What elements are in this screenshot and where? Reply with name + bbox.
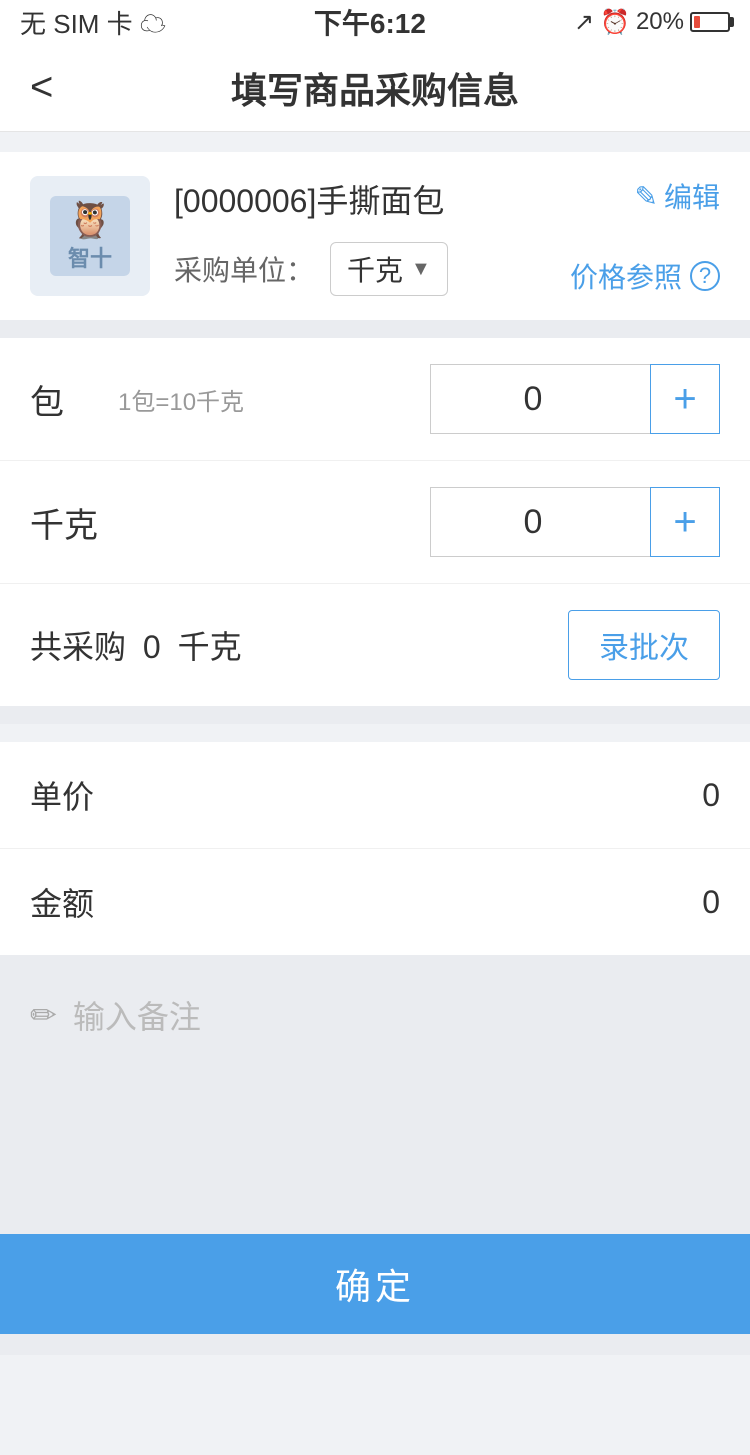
total-summary: 共采购 0 千克 <box>30 622 242 668</box>
price-ref-info-icon: ? <box>690 261 720 291</box>
qty-label-kg: 千克 <box>30 498 110 547</box>
pencil-icon: ✏ <box>30 996 57 1034</box>
total-unit: 千克 <box>178 629 242 665</box>
dropdown-arrow-icon: ▼ <box>411 258 431 281</box>
nav-bar: < 填写商品采购信息 <box>0 44 750 132</box>
alarm-icon: ⏰ <box>600 8 630 37</box>
price-row-unit: 单价 0 <box>0 742 750 849</box>
price-label-amount: 金额 <box>30 879 94 925</box>
total-value: 0 <box>143 629 161 665</box>
status-left: 无 SIM 卡 ☁ <box>20 4 166 41</box>
edit-button[interactable]: ✎ 编辑 <box>635 176 720 216</box>
qty-label-bao: 包 <box>30 375 110 424</box>
quantity-section: 包 1包=10千克 + 千克 + <box>0 338 750 584</box>
price-label-unit: 单价 <box>30 772 94 818</box>
owl-text: 智十 <box>68 241 112 273</box>
unit-label: 采购单位： <box>174 249 314 289</box>
price-section: 单价 0 金额 0 <box>0 742 750 955</box>
owl-icon: 🦉 <box>68 199 113 241</box>
price-value-amount: 0 <box>702 884 720 921</box>
product-logo: 🦉 智十 <box>50 196 130 276</box>
qty-input-group-bao: + <box>430 364 720 434</box>
qty-plus-kg[interactable]: + <box>650 487 720 557</box>
back-button[interactable]: < <box>30 65 90 110</box>
qty-input-kg[interactable] <box>430 487 650 557</box>
quantity-row-kg: 千克 + <box>0 461 750 584</box>
unit-dropdown[interactable]: 千克 ▼ <box>330 242 448 296</box>
location-icon: ↗ <box>574 8 594 37</box>
quantity-row-bao: 包 1包=10千克 + <box>0 338 750 461</box>
price-reference-button[interactable]: 价格参照 ? <box>570 256 720 296</box>
qty-input-bao[interactable] <box>430 364 650 434</box>
status-bar: 无 SIM 卡 ☁ 下午6:12 ↗ ⏰ 20% <box>0 0 750 44</box>
section-divider-1 <box>0 320 750 338</box>
qty-sublabel-bao: 1包=10千克 <box>118 382 430 417</box>
notes-section[interactable]: ✏ 输入备注 <box>0 955 750 1075</box>
edit-icon: ✎ <box>635 180 658 213</box>
qty-plus-bao[interactable]: + <box>650 364 720 434</box>
price-value-unit: 0 <box>702 777 720 814</box>
total-row: 共采购 0 千克 录批次 <box>0 584 750 706</box>
unit-value: 千克 <box>347 249 403 289</box>
battery-icon <box>690 12 730 32</box>
batch-button[interactable]: 录批次 <box>568 610 720 680</box>
edit-label: 编辑 <box>664 176 720 216</box>
battery-percent: 20% <box>636 8 684 36</box>
notes-placeholder: 输入备注 <box>73 992 201 1038</box>
sim-label: 无 SIM 卡 ☁ <box>20 4 166 41</box>
price-ref-label: 价格参照 <box>570 256 682 296</box>
page-title: 填写商品采购信息 <box>231 62 519 114</box>
total-prefix: 共采购 <box>30 629 126 665</box>
product-card: 🦉 智十 [0000006]手撕面包 采购单位： 千克 ▼ ✎ 编辑 价格参照 … <box>0 152 750 320</box>
qty-input-group-kg: + <box>430 487 720 557</box>
price-row-amount: 金额 0 <box>0 849 750 955</box>
section-divider-2 <box>0 706 750 724</box>
confirm-button[interactable]: 确定 <box>0 1234 750 1334</box>
status-right: ↗ ⏰ 20% <box>574 8 730 37</box>
product-image: 🦉 智十 <box>30 176 150 296</box>
status-time: 下午6:12 <box>314 2 426 42</box>
